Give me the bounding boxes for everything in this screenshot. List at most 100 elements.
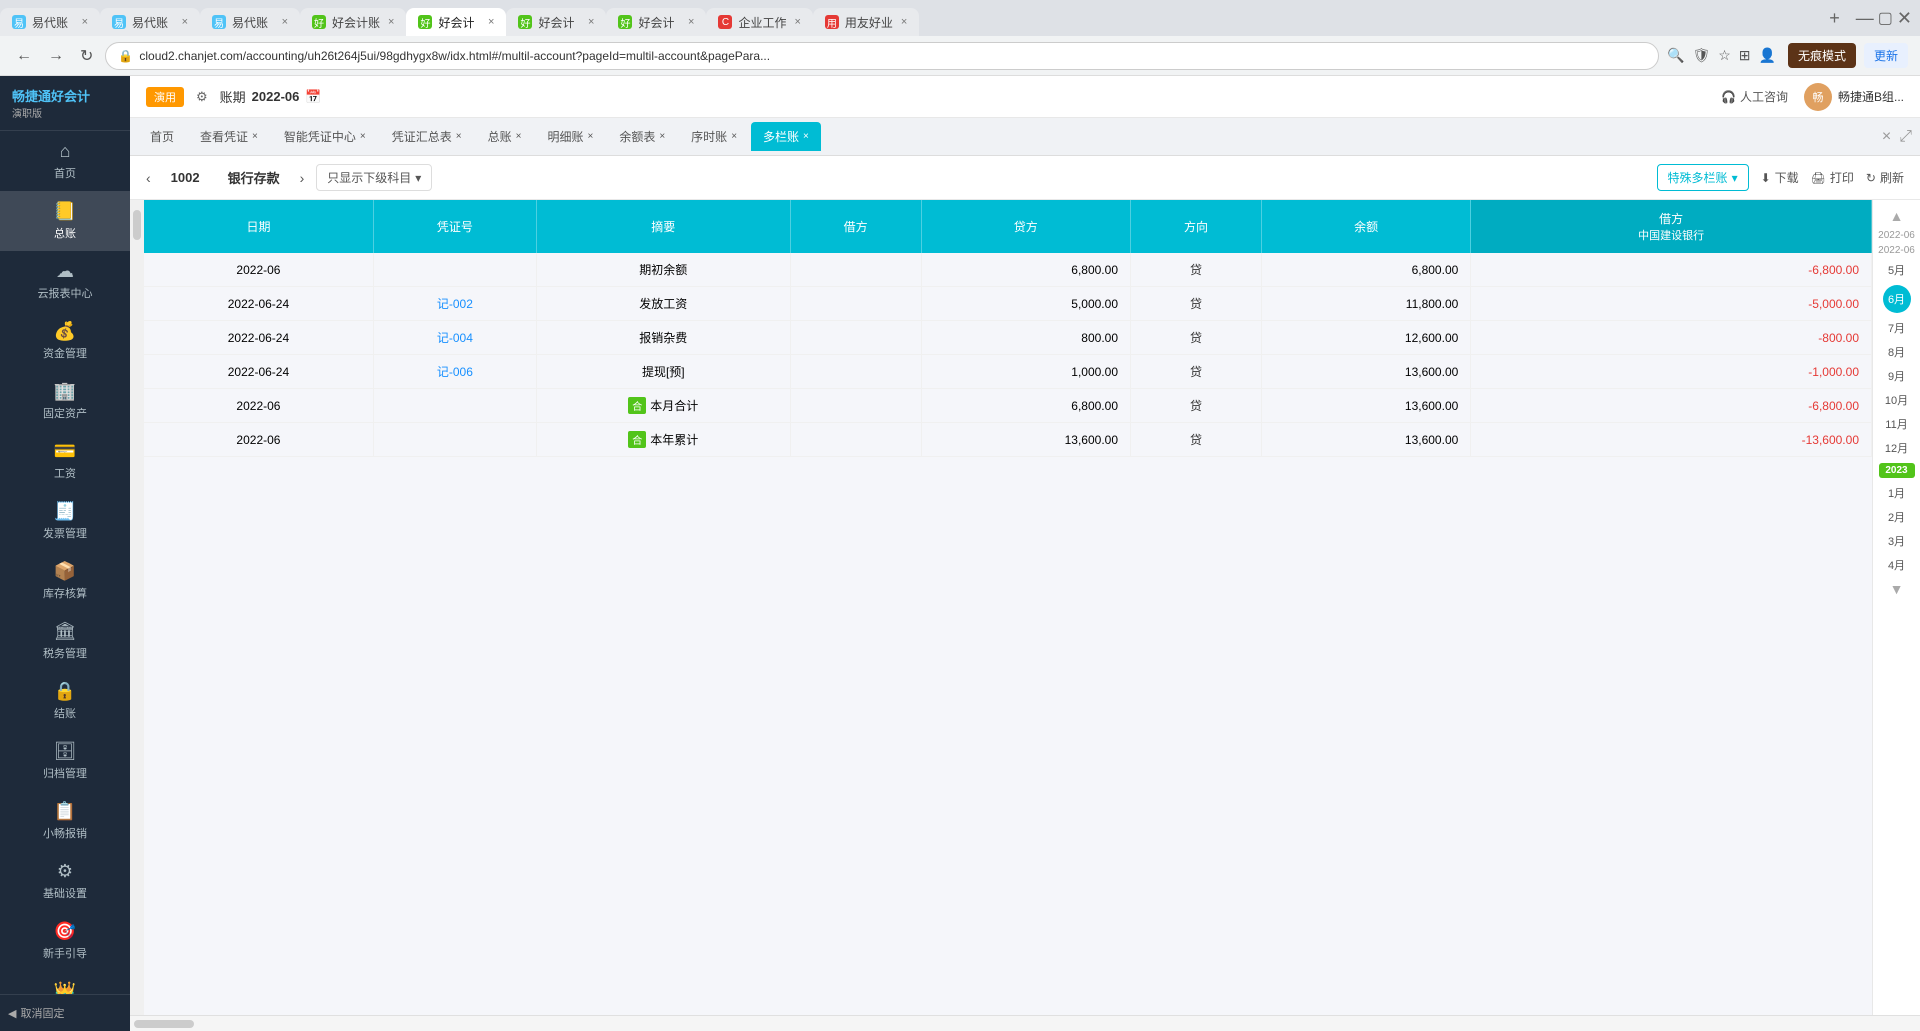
close-tab-icon[interactable]: × xyxy=(587,131,593,142)
sidebar-item-expense[interactable]: 📋 小畅报销 xyxy=(0,791,130,851)
browser-tab-tab7[interactable]: 好 好会计 × xyxy=(606,8,706,36)
timeline-item[interactable]: 1月 xyxy=(1873,481,1920,505)
page-tab-sequence-ledger[interactable]: 序时账× xyxy=(679,122,749,151)
close-tab-icon[interactable]: × xyxy=(659,131,665,142)
timeline-item[interactable]: 9月 xyxy=(1873,364,1920,388)
close-tab-icon[interactable]: × xyxy=(731,131,737,142)
timeline-item[interactable]: 10月 xyxy=(1873,388,1920,412)
sidebar-item-tax[interactable]: 🏛 税务管理 xyxy=(0,611,130,671)
page-tab-general-ledger[interactable]: 总账× xyxy=(476,122,534,151)
timeline-item[interactable]: 4月 xyxy=(1873,553,1920,577)
wuhen-button[interactable]: 无痕模式 xyxy=(1788,43,1856,68)
tab-close-icon[interactable]: × xyxy=(588,16,594,28)
timeline-item[interactable]: 2月 xyxy=(1873,505,1920,529)
timeline-item[interactable]: 12月 xyxy=(1873,436,1920,460)
voucher-link[interactable]: 记-004 xyxy=(437,331,473,345)
voucher-link[interactable]: 记-002 xyxy=(437,297,473,311)
close-tab-icon[interactable]: × xyxy=(252,131,258,142)
timeline-scroll-down[interactable]: ▼ xyxy=(1886,577,1908,601)
tab-close-icon[interactable]: × xyxy=(488,16,494,28)
shield-icon-btn[interactable]: 🛡 xyxy=(1692,47,1710,64)
browser-tab-tab1[interactable]: 易 易代账 × xyxy=(0,8,100,36)
page-tab-home[interactable]: 首页 xyxy=(138,122,186,151)
sidebar-item-settings[interactable]: ⚙ 基础设置 xyxy=(0,851,130,911)
timeline-item[interactable]: 6月 xyxy=(1883,285,1911,313)
calendar-icon[interactable]: 📅 xyxy=(305,89,321,105)
browser-tab-tab4[interactable]: 好 好会计账 × xyxy=(300,8,406,36)
unpin-button[interactable]: ◀ 取消固定 xyxy=(8,1005,122,1021)
sidebar-item-home[interactable]: ⌂ 首页 xyxy=(0,131,130,191)
cell-voucher[interactable]: 记-006 xyxy=(373,355,536,389)
timeline-item[interactable]: 11月 xyxy=(1873,412,1920,436)
page-tab-view-voucher[interactable]: 查看凭证× xyxy=(188,122,270,151)
tab-close-icon[interactable]: × xyxy=(388,16,394,28)
back-button[interactable]: ← xyxy=(12,43,36,69)
collapse-panel-button[interactable]: × xyxy=(1882,128,1891,146)
page-tab-smart-center[interactable]: 智能凭证中心× xyxy=(272,122,378,151)
nav-left-button[interactable]: ‹ xyxy=(146,170,151,186)
download-button[interactable]: ⬇ 下载 xyxy=(1761,169,1799,186)
close-button[interactable]: ✕ xyxy=(1897,8,1912,29)
expand-panel-button[interactable]: ⤢ xyxy=(1899,128,1912,146)
browser-tab-tab3[interactable]: 易 易代账 × xyxy=(200,8,300,36)
tab-close-icon[interactable]: × xyxy=(282,16,288,28)
close-tab-icon[interactable]: × xyxy=(516,131,522,142)
page-tab-voucher-summary[interactable]: 凭证汇总表× xyxy=(380,122,474,151)
sidebar-item-fund[interactable]: 💰 资金管理 xyxy=(0,311,130,371)
address-bar[interactable]: 🔒 cloud2.chanjet.com/accounting/uh26t264… xyxy=(105,42,1659,70)
left-scrollbar[interactable] xyxy=(130,200,144,1015)
voucher-link[interactable]: 记-006 xyxy=(437,365,473,379)
browser-tab-tab5[interactable]: 好 好会计 × xyxy=(406,8,506,36)
tab-close-icon[interactable]: × xyxy=(82,16,88,28)
sidebar-item-close-account[interactable]: 🔒 结账 xyxy=(0,671,130,731)
forward-button[interactable]: → xyxy=(44,43,68,69)
settings-icon[interactable]: ⚙ xyxy=(196,89,208,105)
profile-icon-btn[interactable]: 👤 xyxy=(1759,47,1776,64)
tab-close-icon[interactable]: × xyxy=(182,16,188,28)
timeline-item[interactable]: 8月 xyxy=(1873,340,1920,364)
close-tab-icon[interactable]: × xyxy=(360,131,366,142)
refresh-button[interactable]: ↻ 刷新 xyxy=(1866,169,1904,186)
timeline-item[interactable]: 2023 xyxy=(1879,463,1915,478)
sidebar-item-cloud-report[interactable]: ☁ 云报表中心 xyxy=(0,251,130,311)
timeline-item[interactable]: 7月 xyxy=(1873,316,1920,340)
browser-tab-tab8[interactable]: C 企业工作 × xyxy=(706,8,812,36)
browser-tab-tab9[interactable]: 用 用友好业 × xyxy=(813,8,919,36)
timeline-item[interactable]: 3月 xyxy=(1873,529,1920,553)
sidebar-item-salary[interactable]: 💳 工资 xyxy=(0,431,130,491)
reload-button[interactable]: ↻ xyxy=(76,42,97,70)
timeline-scroll-up[interactable]: ▲ xyxy=(1886,204,1908,228)
sidebar-item-fixed-asset[interactable]: 🏢 固定资产 xyxy=(0,371,130,431)
sidebar-item-archive[interactable]: 🗄 归档管理 xyxy=(0,731,130,791)
filter-dropdown[interactable]: 只显示下级科目 ▾ xyxy=(316,164,432,191)
tab-close-icon[interactable]: × xyxy=(901,16,907,28)
page-tab-detail-ledger[interactable]: 明细账× xyxy=(535,122,605,151)
browser-tab-tab6[interactable]: 好 好会计 × xyxy=(506,8,606,36)
tab-close-icon[interactable]: × xyxy=(794,16,800,28)
sidebar-item-inventory[interactable]: 📦 库存核算 xyxy=(0,551,130,611)
sidebar-item-vip[interactable]: 👑 畅会员 xyxy=(0,971,130,994)
cell-voucher[interactable]: 记-002 xyxy=(373,287,536,321)
consult-button[interactable]: 🎧 人工咨询 xyxy=(1721,88,1788,105)
browser-tab-tab2[interactable]: 易 易代账 × xyxy=(100,8,200,36)
minimize-button[interactable]: — xyxy=(1856,8,1874,29)
sidebar-item-invoice[interactable]: 🧾 发票管理 xyxy=(0,491,130,551)
extension-icon-btn[interactable]: ⊞ xyxy=(1739,47,1751,64)
print-button[interactable]: 🖨 打印 xyxy=(1811,169,1854,186)
restore-button[interactable]: ▢ xyxy=(1878,8,1893,29)
sidebar-item-guide[interactable]: 🎯 新手引导 xyxy=(0,911,130,971)
page-tab-multi-column[interactable]: 多栏账× xyxy=(751,122,821,151)
page-tab-balance-table[interactable]: 余额表× xyxy=(607,122,677,151)
search-icon-btn[interactable]: 🔍 xyxy=(1667,47,1684,64)
bottom-scrollbar[interactable] xyxy=(130,1015,1920,1031)
new-tab-button[interactable]: + xyxy=(1821,8,1848,29)
update-button[interactable]: 更新 xyxy=(1864,43,1908,68)
special-multi-ledger-button[interactable]: 特殊多栏账 ▾ xyxy=(1657,164,1749,191)
timeline-item[interactable]: 5月 xyxy=(1873,258,1920,282)
close-tab-icon[interactable]: × xyxy=(456,131,462,142)
close-tab-icon[interactable]: × xyxy=(803,131,809,142)
sidebar-item-ledger[interactable]: 📒 总账 xyxy=(0,191,130,251)
nav-right-button[interactable]: › xyxy=(300,170,305,186)
tab-close-icon[interactable]: × xyxy=(688,16,694,28)
cell-voucher[interactable]: 记-004 xyxy=(373,321,536,355)
